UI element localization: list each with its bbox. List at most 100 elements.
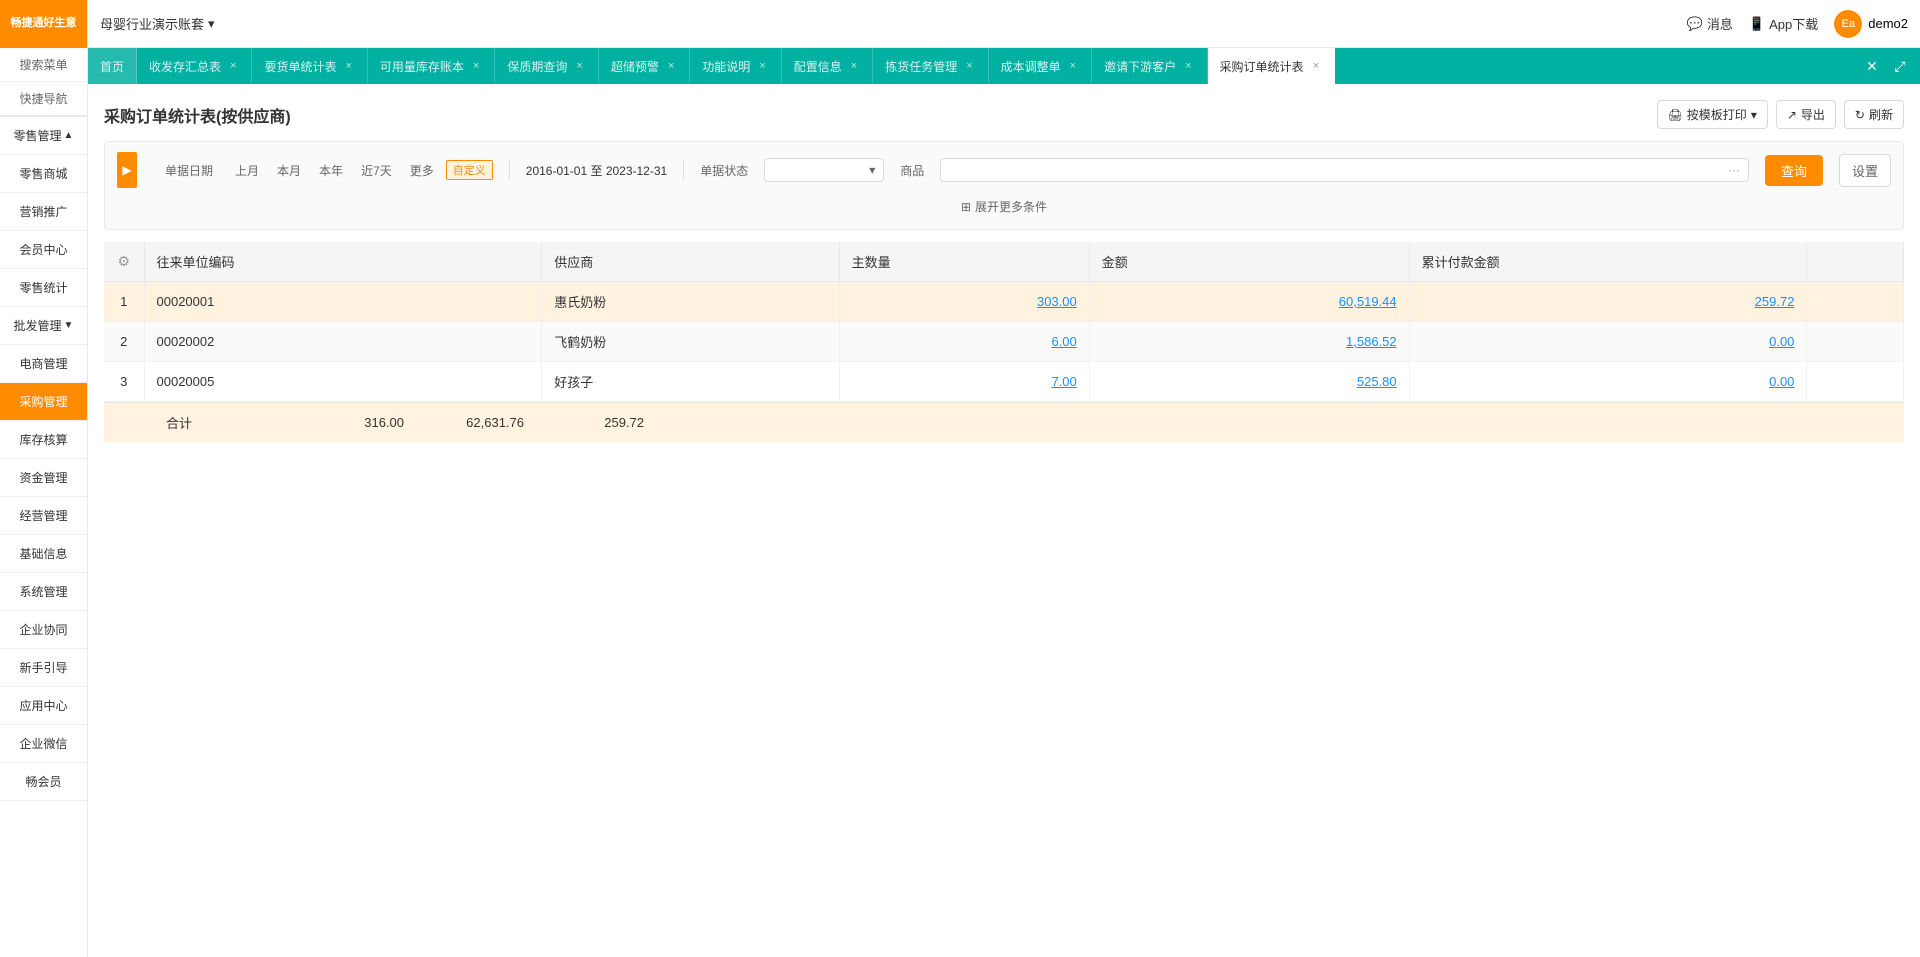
page-header: 采购订单统计表(按供应商) 🖨 按模板打印 ▾ ↗ 导出 ↻ 刷新 bbox=[104, 100, 1904, 129]
date-quick-last-month[interactable]: 上月 bbox=[229, 160, 265, 181]
column-settings-icon[interactable]: ⚙ bbox=[117, 253, 130, 269]
date-quick-more[interactable]: 更多 bbox=[404, 160, 440, 181]
tab-receive[interactable]: 收发存汇总表 × bbox=[137, 48, 252, 84]
sidebar-item-finance[interactable]: 资金管理 bbox=[0, 459, 87, 497]
date-range-display: 2016-01-01 至 2023-12-31 bbox=[526, 162, 667, 179]
sidebar-search[interactable]: 搜索菜单 bbox=[0, 48, 87, 82]
col-settings: ⚙ bbox=[104, 242, 144, 282]
row-paid[interactable]: 259.72 bbox=[1409, 282, 1807, 322]
row-quantity[interactable]: 6.00 bbox=[839, 322, 1089, 362]
refresh-button[interactable]: ↻ 刷新 bbox=[1844, 100, 1904, 129]
tab-expiry[interactable]: 保质期查询 × bbox=[495, 48, 598, 84]
tab-config[interactable]: 配置信息 × bbox=[782, 48, 873, 84]
tab-demand[interactable]: 要货单统计表 × bbox=[252, 48, 367, 84]
template-print-button[interactable]: 🖨 按模板打印 ▾ bbox=[1657, 100, 1768, 129]
row-supplier: 好孩子 bbox=[542, 362, 839, 402]
tab-close-expiry[interactable]: × bbox=[573, 59, 585, 73]
sidebar-item-purchase[interactable]: 采购管理 bbox=[0, 383, 87, 421]
tab-home[interactable]: 首页 bbox=[88, 48, 137, 84]
row-amount[interactable]: 525.80 bbox=[1089, 362, 1409, 402]
row-amount[interactable]: 60,519.44 bbox=[1089, 282, 1409, 322]
filter-area: ▶ 单据日期 上月 本月 本年 近7天 更多 自定义 2016-01-01 至 … bbox=[104, 141, 1904, 230]
tab-close-all-button[interactable]: ✕ bbox=[1860, 54, 1884, 78]
username-label: demo2 bbox=[1868, 16, 1908, 31]
status-select[interactable]: ▾ bbox=[764, 158, 884, 182]
sidebar-item-retail[interactable]: 零售管理 ▲ bbox=[0, 117, 87, 155]
footer-quantity: 316.00 bbox=[316, 415, 416, 430]
sidebar-item-marketing[interactable]: 营销推广 bbox=[0, 193, 87, 231]
sidebar-item-vip[interactable]: 畅会员 bbox=[0, 763, 87, 801]
tab-close-overstock[interactable]: × bbox=[665, 59, 677, 73]
tab-close-function[interactable]: × bbox=[756, 59, 768, 73]
goods-more-icon[interactable]: ··· bbox=[1728, 163, 1740, 177]
row-paid[interactable]: 0.00 bbox=[1409, 362, 1807, 402]
tab-close-config[interactable]: × bbox=[848, 59, 860, 73]
sidebar-item-enterprise[interactable]: 企业协同 bbox=[0, 611, 87, 649]
user-menu[interactable]: Ea demo2 bbox=[1834, 10, 1908, 38]
tab-close-demand[interactable]: × bbox=[342, 59, 354, 73]
sidebar-item-wholesale[interactable]: 批发管理 ▼ bbox=[0, 307, 87, 345]
export-button[interactable]: ↗ 导出 bbox=[1776, 100, 1836, 129]
sidebar-item-retailstat[interactable]: 零售统计 bbox=[0, 269, 87, 307]
tab-picking[interactable]: 拣货任务管理 × bbox=[873, 48, 988, 84]
refresh-icon: ↻ bbox=[1855, 108, 1865, 122]
sidebar-item-appstore[interactable]: 应用中心 bbox=[0, 687, 87, 725]
settings-button[interactable]: 设置 bbox=[1839, 154, 1891, 187]
tab-function[interactable]: 功能说明 × bbox=[690, 48, 781, 84]
data-table: ⚙ 往来单位编码 供应商 主数量 金额 累计付款金额 1 00020001 bbox=[104, 242, 1904, 402]
sidebar-item-system[interactable]: 系统管理 bbox=[0, 573, 87, 611]
main-area: 母婴行业演示账套 ▾ 💬 消息 📱 App下载 Ea demo2 首页 收发存汇… bbox=[88, 0, 1920, 957]
col-amount: 金额 bbox=[1089, 242, 1409, 282]
export-icon: ↗ bbox=[1787, 108, 1797, 122]
sidebar-item-wechat[interactable]: 企业微信 bbox=[0, 725, 87, 763]
sidebar-quicknav[interactable]: 快捷导航 bbox=[0, 82, 87, 117]
app-download-button[interactable]: 📱 App下载 bbox=[1749, 14, 1818, 33]
tab-close-picking[interactable]: × bbox=[963, 59, 975, 73]
filter-divider-1 bbox=[509, 160, 510, 180]
sidebar-item-ecommerce[interactable]: 电商管理 bbox=[0, 345, 87, 383]
date-quick-this-month[interactable]: 本月 bbox=[271, 160, 307, 181]
tab-close-stockbook[interactable]: × bbox=[470, 59, 482, 73]
date-quick-this-year[interactable]: 本年 bbox=[313, 160, 349, 181]
date-quick-7days[interactable]: 近7天 bbox=[355, 160, 398, 181]
filter-expand-row: ⊞ 展开更多条件 bbox=[117, 194, 1891, 219]
goods-filter-label: 商品 bbox=[900, 162, 924, 179]
tab-overstock[interactable]: 超储预警 × bbox=[599, 48, 690, 84]
sidebar-item-operation[interactable]: 经营管理 bbox=[0, 497, 87, 535]
message-button[interactable]: 💬 消息 bbox=[1687, 14, 1733, 33]
expand-icon: ⊞ bbox=[961, 200, 971, 214]
sidebar-item-inventory[interactable]: 库存核算 bbox=[0, 421, 87, 459]
row-extra bbox=[1807, 362, 1904, 402]
tab-close-cost[interactable]: × bbox=[1067, 59, 1079, 73]
row-quantity[interactable]: 7.00 bbox=[839, 362, 1089, 402]
query-button[interactable]: 查询 bbox=[1765, 155, 1823, 186]
row-paid[interactable]: 0.00 bbox=[1409, 322, 1807, 362]
sidebar-item-newbie[interactable]: 新手引导 bbox=[0, 649, 87, 687]
filter-collapse-button[interactable]: ▶ bbox=[117, 152, 137, 188]
tab-close-purchase-stat[interactable]: × bbox=[1310, 59, 1322, 73]
table-row: 1 00020001 惠氏奶粉 303.00 60,519.44 259.72 bbox=[104, 282, 1904, 322]
row-code: 00020005 bbox=[144, 362, 542, 402]
tab-cost[interactable]: 成本调整单 × bbox=[989, 48, 1092, 84]
topbar: 母婴行业演示账套 ▾ 💬 消息 📱 App下载 Ea demo2 bbox=[88, 0, 1920, 48]
tab-invite[interactable]: 邀请下游客户 × bbox=[1092, 48, 1207, 84]
print-icon: 🖨 bbox=[1668, 108, 1683, 122]
sidebar-item-basic[interactable]: 基础信息 bbox=[0, 535, 87, 573]
table-row: 2 00020002 飞鹤奶粉 6.00 1,586.52 0.00 bbox=[104, 322, 1904, 362]
workspace-selector[interactable]: 母婴行业演示账套 ▾ bbox=[100, 14, 215, 33]
filter-row-main: ▶ 单据日期 上月 本月 本年 近7天 更多 自定义 2016-01-01 至 … bbox=[117, 152, 1891, 188]
sidebar-item-member[interactable]: 会员中心 bbox=[0, 231, 87, 269]
footer-label: 合计 bbox=[116, 413, 316, 432]
sidebar-item-retailshop[interactable]: 零售商城 bbox=[0, 155, 87, 193]
page-content: 采购订单统计表(按供应商) 🖨 按模板打印 ▾ ↗ 导出 ↻ 刷新 bbox=[88, 84, 1920, 957]
tab-close-invite[interactable]: × bbox=[1182, 59, 1194, 73]
expand-more-button[interactable]: ⊞ 展开更多条件 bbox=[953, 194, 1055, 219]
row-amount[interactable]: 1,586.52 bbox=[1089, 322, 1409, 362]
goods-input[interactable]: ··· bbox=[940, 158, 1749, 182]
tab-stockbook[interactable]: 可用量库存账本 × bbox=[368, 48, 495, 84]
tab-purchase-stat[interactable]: 采购订单统计表 × bbox=[1208, 48, 1335, 84]
row-quantity[interactable]: 303.00 bbox=[839, 282, 1089, 322]
col-paid: 累计付款金额 bbox=[1409, 242, 1807, 282]
tab-maximize-button[interactable]: ⤢ bbox=[1888, 54, 1912, 78]
tab-close-receive[interactable]: × bbox=[227, 59, 239, 73]
